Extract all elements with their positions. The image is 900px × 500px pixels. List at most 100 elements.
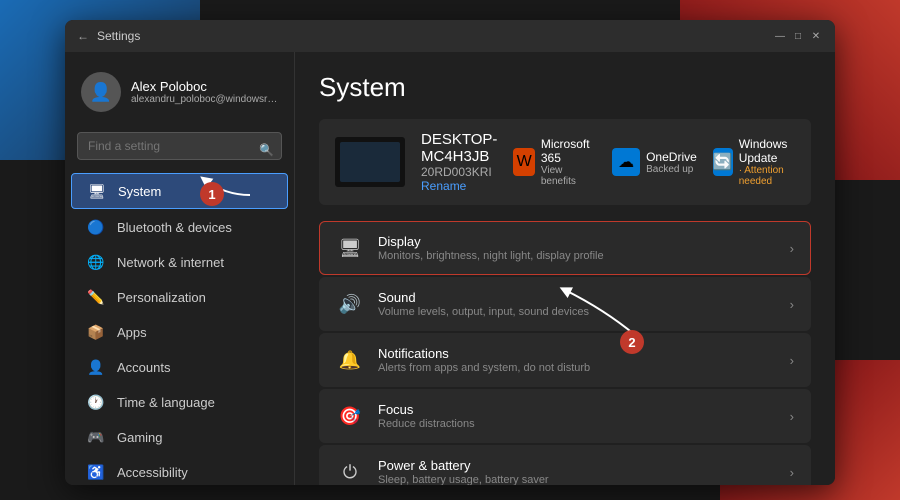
search-container: 🔍 bbox=[65, 128, 294, 172]
quick-link-winupdate[interactable]: 🔄 Windows Update · Attention needed bbox=[713, 137, 796, 187]
main-content: System DESKTOP-MC4H3JB 20RD003KRI Rename… bbox=[295, 52, 835, 485]
nav-icon-gaming: 🎮 bbox=[87, 428, 105, 446]
chevron-icon-focus: › bbox=[790, 409, 794, 424]
nav-icon-bluetooth: 🔵 bbox=[87, 218, 105, 236]
nav-icon-time: 🕐 bbox=[87, 393, 105, 411]
sidebar-item-gaming[interactable]: 🎮 Gaming bbox=[71, 420, 288, 454]
chevron-icon-sound: › bbox=[790, 297, 794, 312]
quick-link-name-ms365: Microsoft 365 bbox=[541, 137, 596, 165]
settings-item-sound[interactable]: 🔊 Sound Volume levels, output, input, so… bbox=[319, 277, 811, 331]
titlebar-left: ← Settings bbox=[77, 29, 140, 43]
nav-label-accessibility: Accessibility bbox=[117, 465, 188, 480]
quick-link-sub-onedrive: Backed up bbox=[646, 164, 697, 175]
settings-window: ← Settings — □ ✕ 👤 Alex Poloboc alexandr… bbox=[65, 20, 835, 485]
settings-icon-notifications: 🔔 bbox=[336, 346, 364, 374]
chevron-icon-notifications: › bbox=[790, 353, 794, 368]
quick-link-icon-onedrive: ☁ bbox=[612, 148, 640, 176]
avatar: 👤 bbox=[81, 72, 121, 112]
annotation-2: 2 bbox=[620, 330, 644, 354]
user-profile: 👤 Alex Poloboc alexandru_poloboc@windows… bbox=[65, 64, 294, 128]
sidebar-item-system[interactable]: 🖥 System bbox=[71, 173, 288, 209]
user-email: alexandru_poloboc@windowsreport... bbox=[131, 94, 278, 105]
quick-link-ms365[interactable]: W Microsoft 365 View benefits bbox=[513, 137, 596, 187]
nav-label-system: System bbox=[118, 184, 161, 199]
settings-name-power: Power & battery bbox=[378, 458, 776, 473]
settings-name-notifications: Notifications bbox=[378, 346, 776, 361]
nav-icon-accounts: 👤 bbox=[87, 358, 105, 376]
device-details: DESKTOP-MC4H3JB 20RD003KRI Rename bbox=[421, 131, 497, 193]
settings-name-focus: Focus bbox=[378, 402, 776, 417]
sidebar-item-accessibility[interactable]: ♿ Accessibility bbox=[71, 455, 288, 485]
close-button[interactable]: ✕ bbox=[809, 29, 823, 43]
sidebar-item-bluetooth[interactable]: 🔵 Bluetooth & devices bbox=[71, 210, 288, 244]
nav-label-bluetooth: Bluetooth & devices bbox=[117, 220, 232, 235]
nav-label-accounts: Accounts bbox=[117, 360, 170, 375]
nav-icon-network: 🌐 bbox=[87, 253, 105, 271]
quick-link-text-onedrive: OneDrive Backed up bbox=[646, 150, 697, 175]
minimize-button[interactable]: — bbox=[773, 29, 787, 43]
nav-list: 🖥 System 🔵 Bluetooth & devices 🌐 Network… bbox=[65, 172, 294, 485]
avatar-icon: 👤 bbox=[90, 82, 112, 103]
settings-desc-power: Sleep, battery usage, battery saver bbox=[378, 474, 776, 485]
page-title: System bbox=[319, 72, 811, 103]
settings-text-notifications: Notifications Alerts from apps and syste… bbox=[378, 346, 776, 374]
nav-label-personalization: Personalization bbox=[117, 290, 206, 305]
sidebar-item-network[interactable]: 🌐 Network & internet bbox=[71, 245, 288, 279]
nav-icon-system: 🖥 bbox=[88, 182, 106, 200]
search-icon: 🔍 bbox=[259, 143, 274, 157]
settings-list: 🖥 Display Monitors, brightness, night li… bbox=[319, 221, 811, 485]
device-thumbnail bbox=[335, 137, 405, 187]
sidebar-item-personalization[interactable]: ✏️ Personalization bbox=[71, 280, 288, 314]
user-info: Alex Poloboc alexandru_poloboc@windowsre… bbox=[131, 79, 278, 105]
quick-links: W Microsoft 365 View benefits ☁ OneDrive… bbox=[513, 137, 795, 187]
device-name: DESKTOP-MC4H3JB bbox=[421, 131, 497, 165]
window-title: Settings bbox=[97, 29, 140, 43]
nav-icon-apps: 📦 bbox=[87, 323, 105, 341]
settings-desc-sound: Volume levels, output, input, sound devi… bbox=[378, 306, 776, 318]
settings-icon-focus: 🎯 bbox=[336, 402, 364, 430]
back-button[interactable]: ← bbox=[77, 29, 89, 43]
quick-link-sub-ms365: View benefits bbox=[541, 165, 596, 187]
settings-text-display: Display Monitors, brightness, night ligh… bbox=[378, 234, 776, 262]
quick-link-text-ms365: Microsoft 365 View benefits bbox=[541, 137, 596, 187]
window-content: 👤 Alex Poloboc alexandru_poloboc@windows… bbox=[65, 52, 835, 485]
nav-label-time: Time & language bbox=[117, 395, 215, 410]
settings-desc-notifications: Alerts from apps and system, do not dist… bbox=[378, 362, 776, 374]
nav-label-network: Network & internet bbox=[117, 255, 224, 270]
device-bar: DESKTOP-MC4H3JB 20RD003KRI Rename W Micr… bbox=[319, 119, 811, 205]
quick-link-onedrive[interactable]: ☁ OneDrive Backed up bbox=[612, 137, 697, 187]
settings-desc-focus: Reduce distractions bbox=[378, 418, 776, 430]
quick-link-text-winupdate: Windows Update · Attention needed bbox=[739, 137, 796, 187]
chevron-icon-display: › bbox=[790, 241, 794, 256]
titlebar: ← Settings — □ ✕ bbox=[65, 20, 835, 52]
chevron-icon-power: › bbox=[790, 465, 794, 480]
quick-link-name-winupdate: Windows Update bbox=[739, 137, 796, 165]
quick-link-icon-ms365: W bbox=[513, 148, 534, 176]
settings-text-sound: Sound Volume levels, output, input, soun… bbox=[378, 290, 776, 318]
settings-icon-sound: 🔊 bbox=[336, 290, 364, 318]
settings-text-power: Power & battery Sleep, battery usage, ba… bbox=[378, 458, 776, 485]
sidebar-item-time[interactable]: 🕐 Time & language bbox=[71, 385, 288, 419]
sidebar-item-accounts[interactable]: 👤 Accounts bbox=[71, 350, 288, 384]
annotation-1: 1 bbox=[200, 182, 224, 206]
quick-link-sub-winupdate: · Attention needed bbox=[739, 165, 796, 187]
settings-item-notifications[interactable]: 🔔 Notifications Alerts from apps and sys… bbox=[319, 333, 811, 387]
user-name: Alex Poloboc bbox=[131, 79, 278, 94]
device-screen bbox=[340, 142, 400, 182]
search-input[interactable] bbox=[77, 132, 282, 160]
settings-item-display[interactable]: 🖥 Display Monitors, brightness, night li… bbox=[319, 221, 811, 275]
sidebar-item-apps[interactable]: 📦 Apps bbox=[71, 315, 288, 349]
quick-link-name-onedrive: OneDrive bbox=[646, 150, 697, 164]
quick-link-icon-winupdate: 🔄 bbox=[713, 148, 733, 176]
nav-label-apps: Apps bbox=[117, 325, 147, 340]
rename-link[interactable]: Rename bbox=[421, 179, 497, 193]
settings-item-power[interactable]: ⏻ Power & battery Sleep, battery usage, … bbox=[319, 445, 811, 485]
maximize-button[interactable]: □ bbox=[791, 29, 805, 43]
settings-name-sound: Sound bbox=[378, 290, 776, 305]
settings-item-focus[interactable]: 🎯 Focus Reduce distractions › bbox=[319, 389, 811, 443]
nav-icon-accessibility: ♿ bbox=[87, 463, 105, 481]
settings-icon-power: ⏻ bbox=[336, 458, 364, 485]
titlebar-controls: — □ ✕ bbox=[773, 29, 823, 43]
device-id: 20RD003KRI bbox=[421, 165, 497, 179]
settings-desc-display: Monitors, brightness, night light, displ… bbox=[378, 250, 776, 262]
